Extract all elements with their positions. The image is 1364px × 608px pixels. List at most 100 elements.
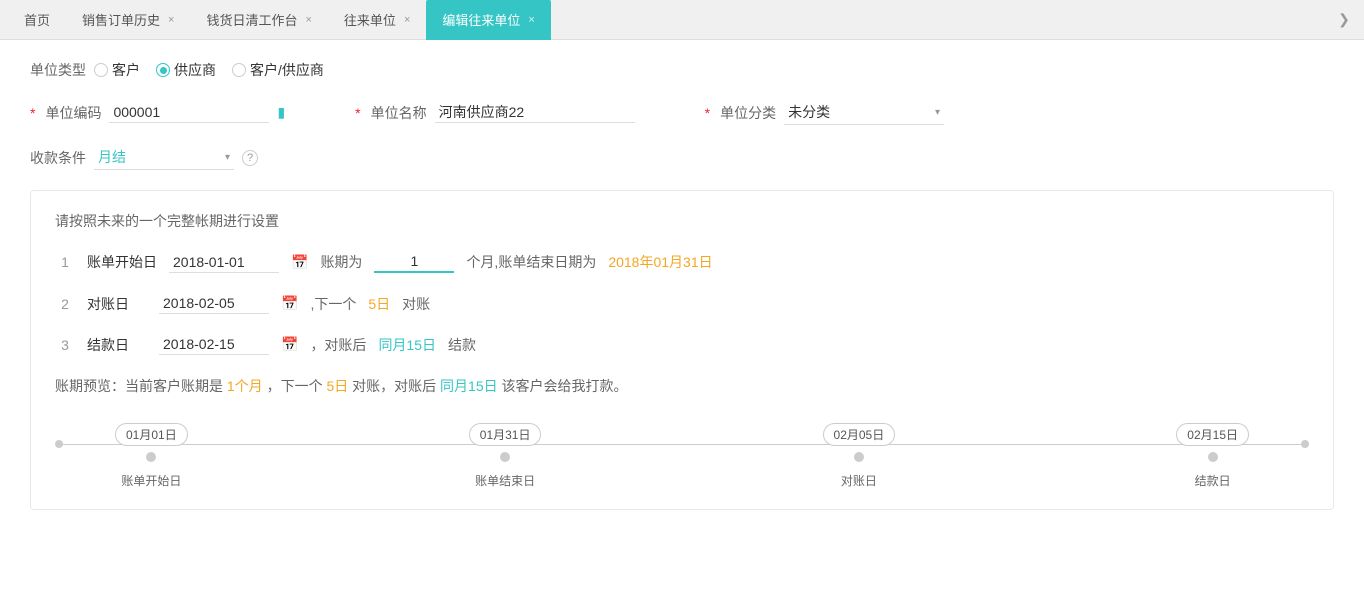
- unit-category-chevron: ▾: [935, 107, 940, 118]
- row-num-2: 2: [55, 296, 75, 312]
- preview-highlight3: 同月15日: [440, 378, 498, 394]
- payment-date-row: 3 结款日 📅 ，对账后 同月15日 结款: [55, 334, 1309, 355]
- billing-start-desc-after: 个月,账单结束日期为: [466, 252, 596, 272]
- close-tab-cash-work[interactable]: ×: [305, 14, 311, 26]
- payment-terms-help-icon[interactable]: ?: [242, 150, 258, 166]
- timeline-point-2: 01月31日 账单结束日: [469, 423, 542, 489]
- reconcile-date-row: 2 对账日 📅 ,下一个 5日 对账: [55, 293, 1309, 314]
- reconcile-date-label: 对账日: [87, 294, 147, 314]
- preview-text3: 对账，对账后: [352, 378, 436, 394]
- tab-cash-work[interactable]: 钱货日清工作台 ×: [190, 0, 327, 40]
- copy-icon[interactable]: ▮: [277, 104, 285, 121]
- preview-highlight1: 1个月: [227, 378, 263, 394]
- timeline: 01月01日 账单开始日 01月31日 账单结束日 02月05日 对账日: [55, 413, 1309, 489]
- timeline-date-4: 02月15日: [1176, 423, 1249, 446]
- payment-terms-row: 收款条件 月结 ▾ ?: [30, 145, 1334, 170]
- timeline-dot-3: [854, 452, 864, 462]
- billing-start-date[interactable]: [169, 252, 279, 273]
- period-settings-section: 请按照未来的一个完整帐期进行设置 1 账单开始日 📅 账期为 个月,账单结束日期…: [30, 190, 1334, 510]
- radio-supplier[interactable]: 供应商: [156, 60, 216, 80]
- radio-customer-supplier[interactable]: 客户/供应商: [232, 60, 324, 80]
- payment-terms-field: 收款条件 月结 ▾ ?: [30, 145, 258, 170]
- preview-text: 账期预览：当前客户账期是 1个月 ，下一个 5日 对账，对账后 同月15日 该客…: [55, 375, 1309, 397]
- unit-code-input[interactable]: [109, 102, 269, 123]
- tab-home[interactable]: 首页: [8, 0, 66, 40]
- timeline-point-1: 01月01日 账单开始日: [115, 423, 188, 489]
- close-tab-sales-history[interactable]: ×: [168, 14, 174, 26]
- unit-category-label: 单位分类: [720, 103, 776, 123]
- unit-code-required: *: [30, 105, 35, 121]
- billing-end-date-highlight: 2018年01月31日: [608, 252, 712, 272]
- timeline-label-3: 对账日: [841, 472, 877, 489]
- timeline-dot-2: [500, 452, 510, 462]
- payment-terms-chevron: ▾: [225, 152, 230, 163]
- unit-type-radio-group: 客户 供应商 客户/供应商: [94, 60, 324, 80]
- timeline-label-1: 账单开始日: [121, 472, 181, 489]
- unit-category-required: *: [705, 105, 710, 121]
- payment-highlight: 同月15日: [378, 335, 436, 355]
- main-content: 单位类型 客户 供应商 客户/供应商 * 单位编码: [0, 40, 1364, 608]
- unit-name-label: 单位名称: [371, 103, 427, 123]
- row-num-1: 1: [55, 254, 75, 270]
- timeline-line: [55, 444, 1309, 445]
- unit-name-required: *: [355, 105, 360, 121]
- preview-text2: ，下一个: [267, 378, 323, 394]
- billing-start-calendar-icon[interactable]: 📅: [291, 254, 308, 271]
- tab-sales-history[interactable]: 销售订单历史 ×: [66, 0, 190, 40]
- payment-desc2: 结款: [448, 335, 476, 355]
- timeline-label-4: 结款日: [1195, 472, 1231, 489]
- tabs-bar: 首页 销售订单历史 × 钱货日清工作台 × 往来单位 × 编辑往来单位 × ❯: [0, 0, 1364, 40]
- billing-start-row: 1 账单开始日 📅 账期为 个月,账单结束日期为 2018年01月31日: [55, 251, 1309, 273]
- timeline-date-3: 02月05日: [823, 423, 896, 446]
- tab-edit-partner[interactable]: 编辑往来单位 ×: [426, 0, 550, 40]
- close-tab-edit-partner[interactable]: ×: [528, 14, 534, 26]
- radio-supplier-circle: [156, 63, 170, 77]
- radio-customer[interactable]: 客户: [94, 60, 140, 80]
- unit-type-row: 单位类型 客户 供应商 客户/供应商: [30, 60, 1334, 80]
- payment-calendar-icon[interactable]: 📅: [281, 336, 298, 353]
- tab-partners[interactable]: 往来单位 ×: [328, 0, 426, 40]
- row-num-3: 3: [55, 337, 75, 353]
- preview-prefix: 账期预览：当前客户账期是: [55, 378, 223, 394]
- reconcile-desc1: ,下一个: [310, 294, 356, 314]
- timeline-date-2: 01月31日: [469, 423, 542, 446]
- preview-highlight2: 5日: [326, 378, 348, 394]
- timeline-dot-1: [146, 452, 156, 462]
- timeline-point-3: 02月05日 对账日: [823, 423, 896, 489]
- unit-name-field: * 单位名称: [355, 102, 634, 123]
- unit-category-field: * 单位分类 未分类 ▾: [705, 100, 944, 125]
- payment-desc1: ，对账后: [310, 335, 366, 355]
- radio-customer-label: 客户: [112, 60, 140, 80]
- unit-code-field: * 单位编码 ▮: [30, 102, 285, 123]
- unit-info-row: * 单位编码 ▮ * 单位名称 * 单位分类 未分类 ▾: [30, 100, 1334, 125]
- reconcile-calendar-icon[interactable]: 📅: [281, 295, 298, 312]
- radio-supplier-label: 供应商: [174, 60, 216, 80]
- unit-code-label: 单位编码: [45, 103, 101, 123]
- timeline-date-1: 01月01日: [115, 423, 188, 446]
- unit-category-value: 未分类: [788, 102, 830, 122]
- billing-start-label: 账单开始日: [87, 252, 157, 272]
- radio-customer-supplier-circle: [232, 63, 246, 77]
- billing-start-desc-before: 账期为: [320, 252, 362, 272]
- payment-date-label: 结款日: [87, 335, 147, 355]
- unit-type-label: 单位类型: [30, 60, 86, 80]
- unit-category-dropdown[interactable]: 未分类 ▾: [784, 100, 944, 125]
- timeline-right-end: [1301, 440, 1309, 448]
- unit-name-input[interactable]: [435, 102, 635, 123]
- timeline-label-2: 账单结束日: [475, 472, 535, 489]
- payment-date-input[interactable]: [159, 334, 269, 355]
- section-title: 请按照未来的一个完整帐期进行设置: [55, 211, 1309, 231]
- payment-terms-label: 收款条件: [30, 148, 86, 168]
- payment-terms-value: 月结: [98, 147, 126, 167]
- close-tab-partners[interactable]: ×: [404, 14, 410, 26]
- reconcile-highlight: 5日: [368, 294, 390, 314]
- period-value-input[interactable]: [374, 251, 454, 273]
- tabs-expand-button[interactable]: ❯: [1332, 0, 1356, 40]
- reconcile-date-input[interactable]: [159, 293, 269, 314]
- payment-terms-dropdown[interactable]: 月结 ▾: [94, 145, 234, 170]
- preview-suffix: 该客户会给我打款。: [502, 378, 628, 394]
- chevron-right-icon: ❯: [1338, 11, 1350, 28]
- radio-customer-supplier-label: 客户/供应商: [250, 60, 324, 80]
- timeline-point-4: 02月15日 结款日: [1176, 423, 1249, 489]
- unit-type-field: 单位类型 客户 供应商 客户/供应商: [30, 60, 324, 80]
